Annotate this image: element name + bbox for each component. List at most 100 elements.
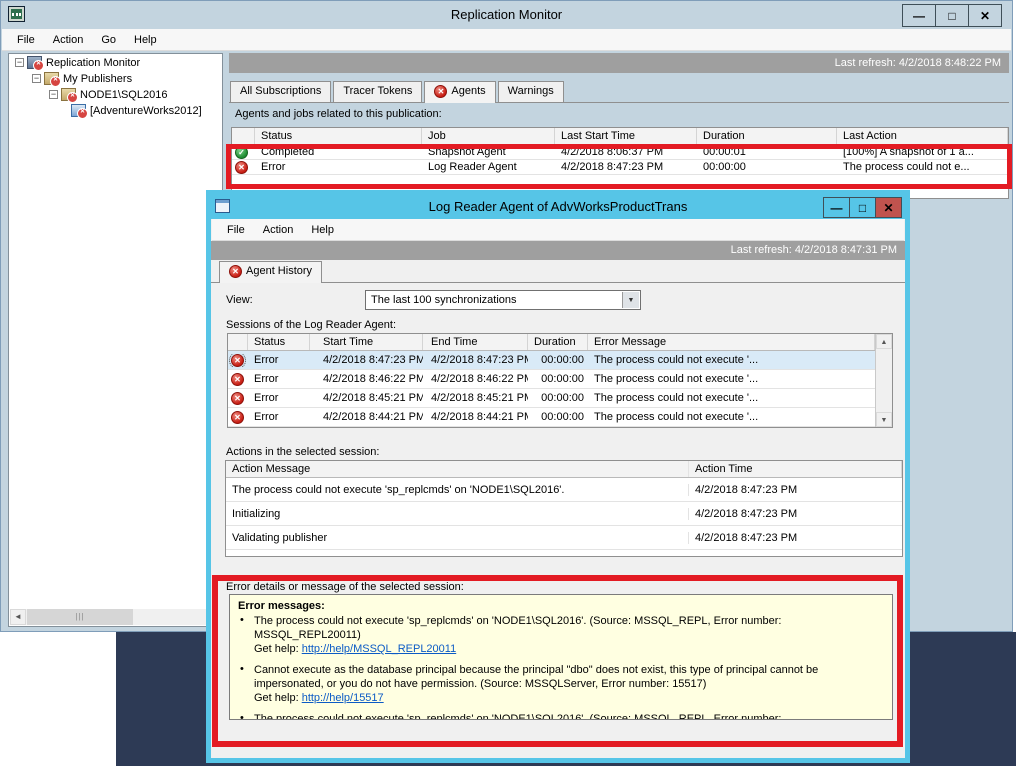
publisher-tree-pane: − Replication Monitor − My Publishers − … — [8, 53, 223, 627]
agents-section-label: Agents and jobs related to this publicat… — [235, 108, 442, 120]
error-text: Cannot execute as the database principal… — [254, 664, 818, 690]
agents-table-header: Status Job Last Start Time Duration Last… — [232, 128, 1008, 145]
tab-all-subscriptions[interactable]: All Subscriptions — [230, 81, 331, 102]
sessions-table-header: Status Start Time End Time Duration Erro… — [228, 334, 892, 351]
main-menubar: File Action Go Help — [2, 29, 1011, 51]
actions-table-header: Action Message Action Time — [226, 461, 902, 478]
collapse-icon[interactable]: − — [15, 58, 24, 67]
scroll-left-icon: ◄ — [14, 612, 22, 621]
menu-action[interactable]: Action — [254, 221, 303, 239]
dialog-refresh-bar: Last refresh: 4/2/2018 8:47:31 PM — [211, 241, 905, 260]
tab-tracer-tokens[interactable]: Tracer Tokens — [333, 81, 422, 102]
minimize-button[interactable]: — — [902, 4, 936, 27]
col-job[interactable]: Job — [422, 128, 555, 144]
error-message-item: • The process could not execute 'sp_repl… — [238, 712, 884, 720]
maximize-button[interactable]: □ — [935, 4, 969, 27]
session-row[interactable]: ✕ Error 4/2/2018 8:44:21 PM 4/2/2018 8:4… — [228, 408, 875, 427]
tree-item-my-publishers[interactable]: − My Publishers — [9, 71, 222, 86]
sessions-table: Status Start Time End Time Duration Erro… — [227, 333, 893, 428]
tree-item-adventureworks2012[interactable]: [AdventureWorks2012] — [9, 103, 222, 118]
scroll-down-icon: ▼ — [881, 417, 888, 424]
replication-monitor-error-icon — [27, 56, 42, 69]
close-button[interactable]: ✕ — [875, 197, 902, 218]
error-circle-icon: ✕ — [434, 85, 447, 98]
menu-file[interactable]: File — [8, 31, 44, 49]
error-circle-icon: ✕ — [235, 161, 248, 174]
grip-dots-icon: ||| — [75, 612, 84, 621]
get-help-label: Get help: — [254, 692, 299, 704]
actions-label: Actions in the selected session: — [226, 446, 379, 458]
collapse-icon[interactable]: − — [49, 90, 58, 99]
resize-grip[interactable] — [889, 733, 901, 745]
action-row[interactable]: The process could not execute 'sp_replcm… — [226, 478, 902, 502]
scroll-up-icon: ▲ — [881, 339, 888, 346]
sessions-vertical-scrollbar[interactable]: ▲ ▼ — [875, 334, 892, 427]
col-duration[interactable]: Duration — [528, 334, 588, 350]
menu-help[interactable]: Help — [302, 221, 343, 239]
tab-agent-history[interactable]: ✕ Agent History — [219, 261, 322, 283]
dialog-window-controls: — □ ✕ — [824, 197, 902, 218]
sessions-label: Sessions of the Log Reader Agent: — [226, 319, 396, 331]
error-message-item: • The process could not execute 'sp_repl… — [238, 614, 884, 656]
minimize-button[interactable]: — — [823, 197, 850, 218]
actions-table: Action Message Action Time The process c… — [225, 460, 903, 557]
action-row[interactable]: Validating publisher 4/2/2018 8:47:23 PM — [226, 526, 902, 550]
collapse-icon[interactable]: − — [32, 74, 41, 83]
error-message-item: • Cannot execute as the database princip… — [238, 663, 884, 705]
main-titlebar[interactable]: Replication Monitor — □ ✕ — [1, 1, 1012, 29]
col-action-message[interactable]: Action Message — [226, 461, 689, 477]
menu-file[interactable]: File — [218, 221, 254, 239]
maximize-button[interactable]: □ — [849, 197, 876, 218]
error-circle-icon: ✕ — [231, 411, 244, 424]
tree-item-node1-sql2016[interactable]: − NODE1\SQL2016 — [9, 87, 222, 102]
last-refresh-text: Last refresh: 4/2/2018 8:47:31 PM — [731, 244, 897, 256]
last-refresh-text: Last refresh: 4/2/2018 8:48:22 PM — [835, 57, 1001, 69]
col-action-time[interactable]: Action Time — [689, 461, 902, 477]
menu-action[interactable]: Action — [44, 31, 93, 49]
tree-item-replication-monitor[interactable]: − Replication Monitor — [9, 55, 222, 70]
col-last-start-time[interactable]: Last Start Time — [555, 128, 697, 144]
tab-warnings[interactable]: Warnings — [498, 81, 564, 102]
agents-table: Status Job Last Start Time Duration Last… — [231, 127, 1009, 199]
help-link[interactable]: http://help/MSSQL_REPL20011 — [302, 643, 457, 655]
action-row[interactable]: Initializing 4/2/2018 8:47:23 PM — [226, 502, 902, 526]
error-details-label: Error details or message of the selected… — [226, 581, 464, 593]
error-messages-box: Error messages: • The process could not … — [229, 594, 893, 720]
scroll-up-arrow[interactable]: ▲ — [876, 334, 892, 349]
main-window-controls: — □ ✕ — [903, 4, 1002, 27]
scroll-left-arrow[interactable]: ◄ — [10, 609, 26, 625]
error-circle-icon: ✕ — [231, 373, 244, 386]
tab-agents[interactable]: ✕ Agents — [424, 81, 495, 103]
scrollbar-thumb[interactable]: ||| — [27, 609, 133, 625]
col-last-action[interactable]: Last Action — [837, 128, 1008, 144]
col-status[interactable]: Status — [255, 128, 422, 144]
view-label: View: — [226, 294, 253, 306]
agent-row-snapshot[interactable]: ✓ Completed Snapshot Agent 4/2/2018 8:06… — [232, 145, 1008, 160]
screen: Replication Monitor — □ ✕ File Action Go… — [0, 0, 1016, 766]
col-error-message[interactable]: Error Message — [588, 334, 875, 350]
tab-divider — [229, 102, 1009, 103]
menu-help[interactable]: Help — [125, 31, 166, 49]
error-messages-heading: Error messages: — [238, 600, 884, 612]
chevron-down-icon[interactable]: ▼ — [622, 292, 639, 308]
view-dropdown-value: The last 100 synchronizations — [371, 294, 517, 306]
col-start-time[interactable]: Start Time — [310, 334, 423, 350]
scroll-down-arrow[interactable]: ▼ — [876, 412, 892, 427]
close-icon: ✕ — [980, 9, 990, 23]
dialog-titlebar[interactable]: Log Reader Agent of AdvWorksProductTrans… — [211, 195, 905, 219]
view-dropdown[interactable]: The last 100 synchronizations ▼ — [365, 290, 641, 310]
server-error-icon — [61, 88, 76, 101]
tree-horizontal-scrollbar[interactable]: ◄ ||| — [10, 609, 221, 625]
col-end-time[interactable]: End Time — [423, 334, 528, 350]
help-link[interactable]: http://help/15517 — [302, 692, 384, 704]
col-duration[interactable]: Duration — [697, 128, 837, 144]
maximize-icon: □ — [859, 201, 866, 215]
session-row[interactable]: ✕ Error 4/2/2018 8:47:23 PM 4/2/2018 8:4… — [228, 351, 875, 370]
col-status[interactable]: Status — [248, 334, 310, 350]
minimize-icon: — — [831, 201, 843, 215]
menu-go[interactable]: Go — [92, 31, 125, 49]
session-row[interactable]: ✕ Error 4/2/2018 8:46:22 PM 4/2/2018 8:4… — [228, 370, 875, 389]
agent-row-log-reader[interactable]: ✕ Error Log Reader Agent 4/2/2018 8:47:2… — [232, 160, 1008, 175]
close-button[interactable]: ✕ — [968, 4, 1002, 27]
session-row[interactable]: ✕ Error 4/2/2018 8:45:21 PM 4/2/2018 8:4… — [228, 389, 875, 408]
